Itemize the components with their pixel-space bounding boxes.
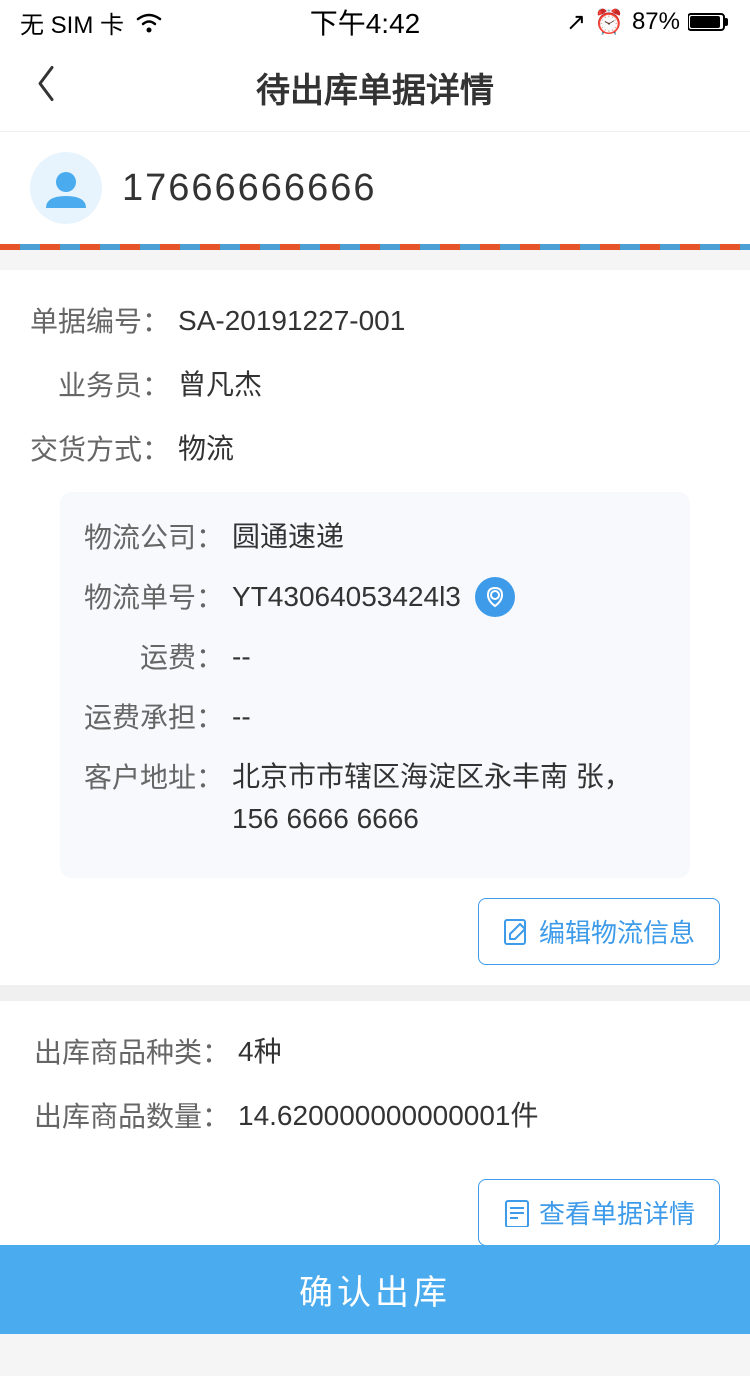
battery-label: 87%: [632, 8, 680, 36]
sales-person-row: 业务员： 曾凡杰: [30, 364, 720, 406]
user-avatar: [30, 152, 102, 224]
status-right: ↗ ⏰ 87%: [566, 8, 730, 37]
edit-btn-row: 编辑物流信息: [0, 898, 750, 985]
document-number-label: 单据编号：: [30, 300, 170, 340]
alarm-icon: ⏰: [594, 8, 624, 37]
dashed-divider: [0, 244, 750, 250]
logistics-tracking-row: 物流单号： YT43064053424l3: [84, 576, 666, 618]
document-number-row: 单据编号： SA-20191227-001: [30, 300, 720, 342]
status-left: 无 SIM 卡: [20, 5, 164, 40]
carrier-label: 无 SIM 卡: [20, 5, 124, 40]
edit-logistics-button[interactable]: 编辑物流信息: [478, 898, 720, 965]
logistics-tracking-value: YT43064053424l3: [224, 576, 666, 618]
goods-quantity-label: 出库商品数量：: [30, 1095, 230, 1135]
view-detail-button[interactable]: 查看单据详情: [478, 1179, 720, 1246]
logistics-tracking-label: 物流单号：: [84, 576, 224, 616]
goods-quantity-row: 出库商品数量： 14.620000000000001件: [30, 1095, 720, 1137]
wifi-icon: [134, 11, 164, 33]
customer-address-value: 北京市市辖区海淀区永丰南 张，156 6666 6666: [224, 756, 666, 840]
edit-icon: [503, 918, 531, 946]
goods-quantity-value: 14.620000000000001件: [230, 1095, 720, 1137]
logistics-company-label: 物流公司：: [84, 516, 224, 556]
sales-person-value: 曾凡杰: [170, 364, 720, 406]
shipping-fee-type-row: 运费承担： --: [84, 696, 666, 738]
logistics-company-row: 物流公司： 圆通速递: [84, 516, 666, 558]
confirm-button[interactable]: 确认出库: [0, 1245, 750, 1334]
location-icon: ↗: [566, 8, 586, 37]
battery-icon: [688, 11, 730, 33]
map-pin-icon: [484, 586, 506, 608]
tracking-number: YT43064053424l3: [232, 576, 461, 618]
goods-type-row: 出库商品种类： 4种: [30, 1031, 720, 1073]
customer-address-row: 客户地址： 北京市市辖区海淀区永丰南 张，156 6666 6666: [84, 756, 666, 840]
goods-type-value: 4种: [230, 1031, 720, 1073]
logistics-company-value: 圆通速递: [224, 516, 666, 558]
status-time: 下午4:42: [310, 2, 421, 42]
goods-type-label: 出库商品种类：: [30, 1031, 230, 1071]
nav-bar: 待出库单据详情: [0, 44, 750, 132]
back-button[interactable]: [24, 53, 68, 122]
document-info-section: 单据编号： SA-20191227-001 业务员： 曾凡杰 交货方式： 物流 …: [0, 270, 750, 898]
delivery-method-value: 物流: [170, 428, 720, 470]
document-icon: [503, 1199, 531, 1227]
sales-person-label: 业务员：: [30, 364, 170, 404]
logistics-card: 物流公司： 圆通速递 物流单号： YT43064053424l3 运费：: [60, 492, 690, 878]
avatar-icon: [42, 164, 90, 212]
document-number-value: SA-20191227-001: [170, 300, 720, 342]
section-divider: [0, 985, 750, 1001]
shipping-fee-type-value: --: [224, 696, 666, 738]
customer-address-label: 客户地址：: [84, 756, 224, 796]
shipping-fee-type-label: 运费承担：: [84, 696, 224, 736]
shipping-fee-label: 运费：: [84, 636, 224, 676]
confirm-button-label: 确认出库: [299, 1265, 451, 1314]
status-bar: 无 SIM 卡 下午4:42 ↗ ⏰ 87%: [0, 0, 750, 44]
user-phone: 17666666666: [122, 167, 376, 210]
edit-logistics-label: 编辑物流信息: [539, 913, 695, 950]
tracking-location-button[interactable]: [475, 577, 515, 617]
goods-section: 出库商品种类： 4种 出库商品数量： 14.620000000000001件: [0, 1001, 750, 1179]
view-detail-label: 查看单据详情: [539, 1194, 695, 1231]
page-title: 待出库单据详情: [256, 63, 494, 112]
shipping-fee-row: 运费： --: [84, 636, 666, 678]
user-header: 17666666666: [0, 132, 750, 244]
delivery-method-label: 交货方式：: [30, 428, 170, 468]
shipping-fee-value: --: [224, 636, 666, 678]
delivery-method-row: 交货方式： 物流: [30, 428, 720, 470]
